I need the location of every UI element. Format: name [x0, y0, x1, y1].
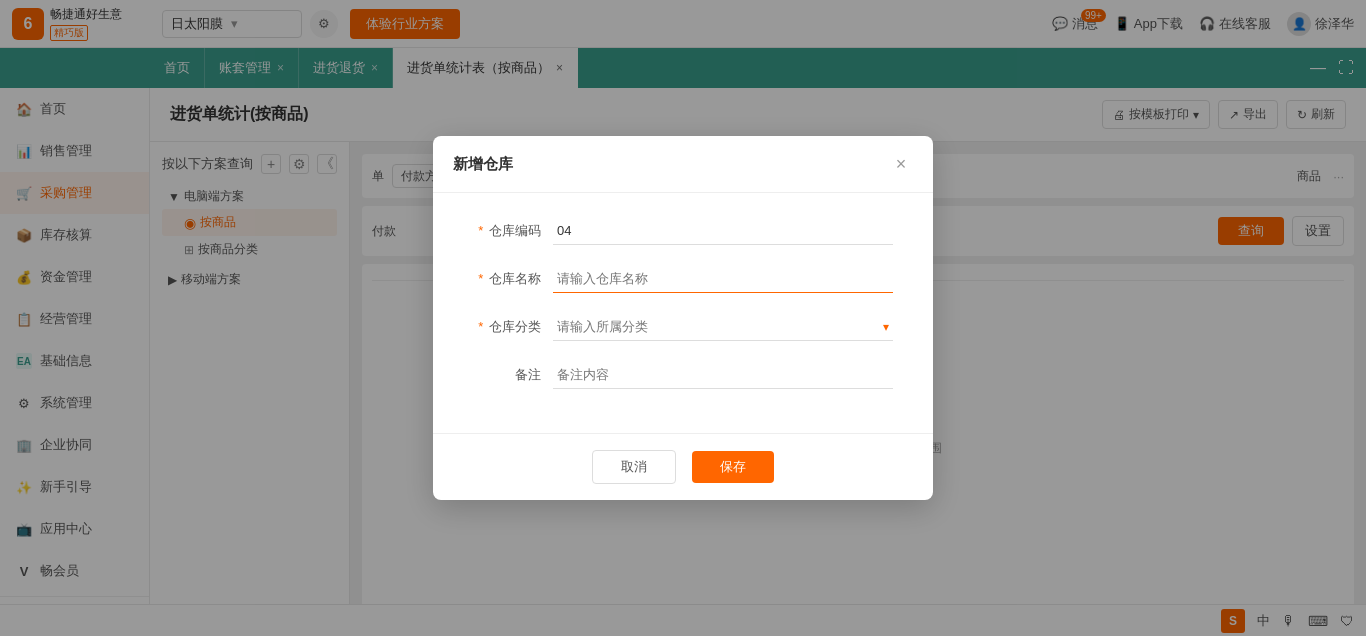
modal-footer: 取消 保存	[433, 433, 933, 500]
warehouse-code-input[interactable]	[553, 217, 893, 245]
category-select-wrap: ▾	[553, 313, 893, 341]
form-row-note: 备注	[473, 361, 893, 389]
code-label: * 仓库编码	[473, 222, 553, 240]
note-input[interactable]	[553, 361, 893, 389]
required-star-name: *	[478, 271, 483, 286]
modal-overlay: 新增仓库 × * 仓库编码 * 仓库名称	[0, 0, 1366, 636]
required-star-cat: *	[478, 319, 483, 334]
modal-header: 新增仓库 ×	[433, 136, 933, 193]
warehouse-name-input[interactable]	[553, 265, 893, 293]
note-label: 备注	[473, 366, 553, 384]
category-dropdown-icon[interactable]: ▾	[879, 320, 893, 334]
cancel-button[interactable]: 取消	[592, 450, 676, 484]
save-button[interactable]: 保存	[692, 451, 774, 483]
modal-body: * 仓库编码 * 仓库名称 * 仓库分类	[433, 193, 933, 433]
form-row-code: * 仓库编码	[473, 217, 893, 245]
add-warehouse-modal: 新增仓库 × * 仓库编码 * 仓库名称	[433, 136, 933, 500]
required-star: *	[478, 223, 483, 238]
modal-close-button[interactable]: ×	[889, 152, 913, 176]
name-label: * 仓库名称	[473, 270, 553, 288]
form-row-category: * 仓库分类 ▾	[473, 313, 893, 341]
form-row-name: * 仓库名称	[473, 265, 893, 293]
modal-title: 新增仓库	[453, 155, 513, 174]
category-label: * 仓库分类	[473, 318, 553, 336]
category-input[interactable]	[553, 313, 879, 340]
